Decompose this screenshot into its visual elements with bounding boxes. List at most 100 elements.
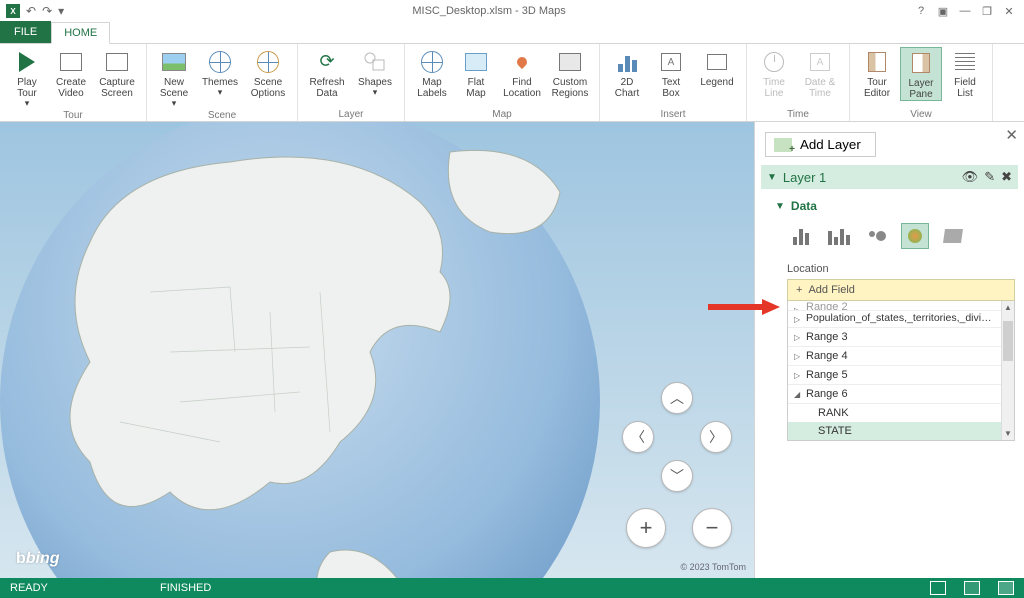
labels-icon: [421, 51, 443, 73]
layer-delete-icon[interactable]: ✖: [1001, 169, 1012, 185]
group-time-label: Time: [787, 108, 809, 120]
status-view2-icon[interactable]: [964, 581, 980, 595]
layer-rename-icon[interactable]: ✎: [984, 169, 995, 185]
flat-map-button[interactable]: Flat Map: [455, 47, 497, 99]
shapes-icon: [363, 51, 387, 73]
scene-options-button[interactable]: Scene Options: [245, 47, 291, 109]
datetime-icon: A: [810, 53, 830, 71]
help-button[interactable]: ?: [914, 4, 928, 18]
status-bar: READY FINISHED: [0, 578, 1024, 598]
redo-button[interactable]: ↷: [42, 4, 52, 18]
undo-button[interactable]: ↶: [26, 4, 36, 18]
group-scene-label: Scene: [208, 109, 236, 121]
field-scrollbar[interactable]: ▲ ▼: [1001, 301, 1014, 440]
text-box-button[interactable]: AText Box: [650, 47, 692, 99]
pan-left-button[interactable]: 〈: [622, 421, 654, 453]
field-range6[interactable]: ◢Range 6: [788, 385, 1001, 404]
group-layer: ⟳Refresh Data Shapes ▾ Layer: [298, 44, 405, 121]
field-rank[interactable]: RANK: [788, 404, 1001, 422]
map-attribution: © 2023 TomTom: [681, 562, 747, 572]
field-range2[interactable]: ▷Range 2: [788, 301, 1001, 311]
group-view-label: View: [910, 108, 932, 120]
custom-regions-button[interactable]: Custom Regions: [547, 47, 593, 99]
plus-icon: +: [796, 284, 802, 296]
pan-right-button[interactable]: 〉: [700, 421, 732, 453]
group-scene: New Scene▾ Themes ▾ Scene Options Scene: [147, 44, 298, 121]
field-dropdown: ▷Range 2 ▷Population_of_states,_territor…: [787, 301, 1015, 441]
restore-button[interactable]: ❐: [980, 4, 994, 18]
status-view1-icon[interactable]: [930, 581, 946, 595]
ribbon-options-button[interactable]: ▣: [936, 4, 950, 18]
layer-pane-button[interactable]: Layer Pane: [900, 47, 942, 101]
group-tour: Play Tour▾ Create Video Capture Screen T…: [0, 44, 147, 121]
field-range4[interactable]: ▷Range 4: [788, 347, 1001, 366]
ribbon: Play Tour▾ Create Video Capture Screen T…: [0, 44, 1024, 122]
add-field-button[interactable]: +Add Field: [787, 279, 1015, 301]
group-layer-label: Layer: [338, 108, 363, 120]
create-video-button[interactable]: Create Video: [50, 47, 92, 109]
map-labels-button[interactable]: Map Labels: [411, 47, 453, 99]
add-layer-button[interactable]: Add Layer: [765, 132, 876, 157]
bing-logo: bbing: [16, 550, 60, 568]
capture-screen-button[interactable]: Capture Screen: [94, 47, 140, 109]
field-range3[interactable]: ▷Range 3: [788, 328, 1001, 347]
layer-visible-icon[interactable]: 👁: [962, 169, 979, 185]
pane-close-button[interactable]: ✕: [1005, 126, 1018, 144]
gear-globe-icon: [257, 51, 279, 73]
close-button[interactable]: ✕: [1002, 4, 1016, 18]
play-tour-button[interactable]: Play Tour▾: [6, 47, 48, 109]
workspace: bbing © 2023 TomTom ︿ 〈 〉 ﹀ + − ✕ Add La…: [0, 122, 1024, 578]
window-title: MISC_Desktop.xlsm - 3D Maps: [64, 5, 914, 17]
group-tour-label: Tour: [63, 109, 82, 121]
pan-down-button[interactable]: ﹀: [661, 460, 693, 492]
viz-type-row: [775, 221, 1018, 261]
layer-name: Layer 1: [783, 170, 826, 185]
new-scene-button[interactable]: New Scene▾: [153, 47, 195, 109]
regions-icon: [559, 53, 581, 71]
viz-stacked-column[interactable]: [787, 223, 815, 249]
pan-up-button[interactable]: ︿: [661, 382, 693, 414]
themes-button[interactable]: Themes ▾: [197, 47, 243, 109]
tab-file[interactable]: FILE: [0, 21, 51, 43]
collapse-icon: ▼: [767, 172, 777, 183]
clock-icon: [764, 52, 784, 72]
ribbon-tabs: FILE HOME: [0, 22, 1024, 44]
legend-button[interactable]: Legend: [694, 47, 740, 99]
viz-bubble[interactable]: [863, 223, 891, 249]
group-view: Tour Editor Layer Pane Field List View: [850, 44, 993, 121]
field-range5[interactable]: ▷Range 5: [788, 366, 1001, 385]
data-section-header[interactable]: ▼Data: [775, 195, 1018, 221]
map-view[interactable]: bbing © 2023 TomTom ︿ 〈 〉 ﹀ + −: [0, 122, 754, 578]
scroll-thumb[interactable]: [1003, 321, 1013, 361]
2d-chart-button[interactable]: 2D Chart: [606, 47, 648, 99]
layer-header[interactable]: ▼ Layer 1 👁 ✎ ✖: [761, 165, 1018, 189]
zoom-in-button[interactable]: +: [626, 508, 666, 548]
tour-editor-button[interactable]: Tour Editor: [856, 47, 898, 101]
shapes-button[interactable]: Shapes ▾: [352, 47, 398, 99]
app-icon: X: [6, 4, 20, 18]
video-icon: [60, 53, 82, 71]
scene-icon: [162, 53, 186, 71]
viz-heatmap[interactable]: [901, 223, 929, 249]
timeline-button[interactable]: Time Line: [753, 47, 795, 99]
refresh-data-button[interactable]: ⟳Refresh Data: [304, 47, 350, 99]
field-population[interactable]: ▷Population_of_states,_territories,_divi…: [788, 311, 1001, 328]
refresh-icon: ⟳: [319, 52, 334, 72]
viz-region[interactable]: [939, 223, 967, 249]
scroll-up-icon[interactable]: ▲: [1002, 301, 1014, 314]
field-state[interactable]: STATE: [788, 422, 1001, 440]
height-field-row[interactable]: Height: [773, 455, 993, 475]
field-list-button[interactable]: Field List: [944, 47, 986, 101]
find-location-button[interactable]: Find Location: [499, 47, 545, 99]
tab-home[interactable]: HOME: [51, 22, 110, 44]
category-field-row[interactable]: Category: [773, 481, 993, 501]
datetime-button[interactable]: ADate & Time: [797, 47, 843, 99]
layer-pane: ✕ Add Layer ▼ Layer 1 👁 ✎ ✖ ▼Data Locati…: [754, 122, 1024, 578]
minimize-button[interactable]: —: [958, 4, 972, 18]
status-view3-icon[interactable]: [998, 581, 1014, 595]
viz-clustered-column[interactable]: [825, 223, 853, 249]
zoom-out-button[interactable]: −: [692, 508, 732, 548]
group-map: Map Labels Flat Map Find Location Custom…: [405, 44, 600, 121]
scroll-down-icon[interactable]: ▼: [1002, 427, 1014, 440]
editor-icon: [868, 52, 886, 72]
